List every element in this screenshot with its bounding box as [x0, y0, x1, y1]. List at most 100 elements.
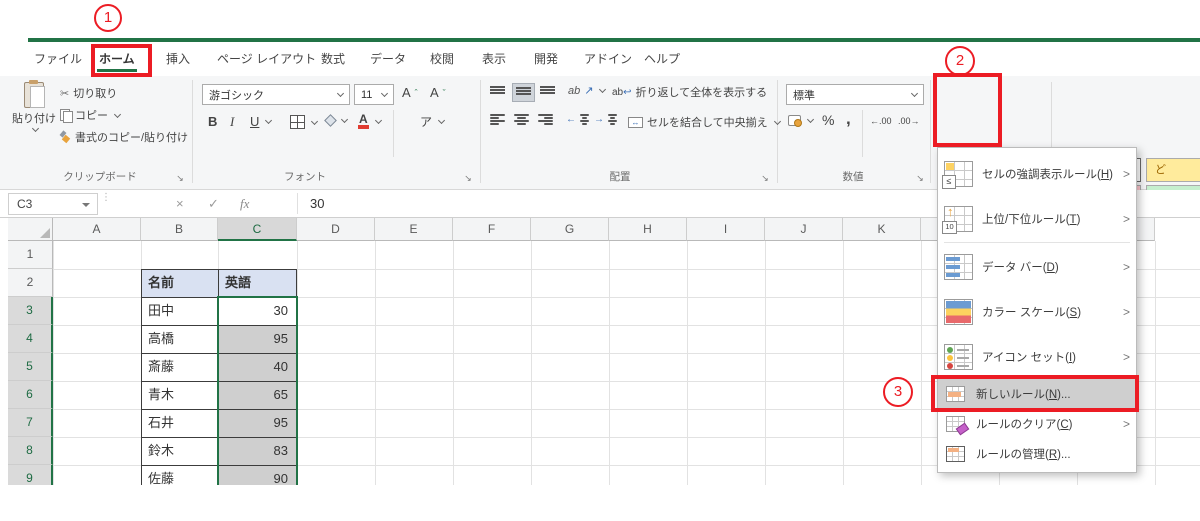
bold-button[interactable]: B [208, 114, 217, 129]
cut-button[interactable]: ✂ 切り取り [60, 85, 117, 101]
font-color-button[interactable]: A [358, 113, 382, 129]
column-header-h[interactable]: H [609, 218, 687, 241]
copy-button[interactable]: コピー [60, 107, 122, 123]
clipboard-dialog-launcher[interactable]: ↘ [174, 172, 186, 184]
table-cell-name[interactable]: 鈴木 [141, 437, 218, 465]
column-header-e[interactable]: E [375, 218, 453, 241]
table-cell-score[interactable]: 95 [218, 409, 297, 437]
table-cell-name[interactable]: 田中 [141, 297, 218, 325]
tab-formulas[interactable]: 数式 [317, 42, 349, 76]
row-header-9[interactable]: 9 [8, 465, 53, 485]
tab-home[interactable]: ホーム [95, 42, 139, 76]
column-header-b[interactable]: B [141, 218, 218, 241]
tab-data[interactable]: データ [366, 42, 410, 76]
format-painter-button[interactable]: 書式のコピー/貼り付け [60, 129, 188, 145]
font-size-combo[interactable]: 11 [354, 84, 394, 105]
row-header-3[interactable]: 3 [8, 297, 53, 325]
table-header-name[interactable]: 名前 [141, 269, 218, 297]
number-format-combo[interactable]: 標準 [786, 84, 924, 105]
column-header-k[interactable]: K [843, 218, 921, 241]
cancel-button[interactable]: × [176, 193, 184, 215]
table-header-english[interactable]: 英語 [218, 269, 297, 297]
top-align-button[interactable] [490, 86, 505, 97]
bottom-align-button[interactable] [540, 86, 555, 97]
column-header-d[interactable]: D [297, 218, 375, 241]
name-box-dropdown-icon[interactable] [82, 203, 90, 207]
column-header-c[interactable]: C [218, 218, 297, 241]
tab-view[interactable]: 表示 [478, 42, 510, 76]
table-cell-score[interactable]: 65 [218, 381, 297, 409]
menu-item-clear-rules[interactable]: ルールのクリア(C) > [938, 409, 1136, 439]
select-all-corner[interactable] [8, 218, 53, 241]
decrease-decimal-button[interactable]: .00→ [898, 116, 920, 126]
table-cell-name[interactable]: 石井 [141, 409, 218, 437]
align-right-button[interactable] [538, 114, 553, 125]
menu-item-color-scales[interactable]: カラー スケール(S) > [938, 289, 1136, 334]
tab-file[interactable]: ファイル [30, 42, 86, 76]
formula-input[interactable]: 30 [310, 193, 324, 215]
column-header-i[interactable]: I [687, 218, 765, 241]
insert-function-button[interactable]: fx [240, 193, 249, 215]
table-cell-score[interactable]: 90 [218, 465, 297, 485]
row-header-2[interactable]: 2 [8, 269, 53, 297]
row-header-6[interactable]: 6 [8, 381, 53, 409]
italic-button[interactable]: I [230, 114, 234, 130]
increase-decimal-button[interactable]: ←.00 [870, 116, 892, 126]
grow-font-button[interactable]: Aˆ [402, 85, 418, 100]
cell-style-neutral[interactable]: ど [1146, 158, 1200, 182]
comma-style-button[interactable]: , [846, 109, 851, 129]
tab-developer[interactable]: 開発 [530, 42, 562, 76]
align-left-button[interactable] [490, 114, 505, 125]
fill-color-button[interactable] [324, 114, 349, 127]
increase-indent-button[interactable]: → [594, 114, 617, 125]
row-header-4[interactable]: 4 [8, 325, 53, 353]
currency-format-button[interactable] [788, 115, 815, 127]
tab-help[interactable]: ヘルプ [640, 42, 684, 76]
row-header-8[interactable]: 8 [8, 437, 53, 465]
middle-align-button[interactable] [512, 83, 535, 102]
wrap-text-button[interactable]: ab↩ 折り返して全体を表示する [612, 84, 767, 100]
table-cell-name[interactable]: 斎藤 [141, 353, 218, 381]
paste-button[interactable]: 貼り付け [12, 80, 56, 133]
column-header-a[interactable]: A [53, 218, 141, 241]
enter-button[interactable]: ✓ [208, 193, 219, 215]
menu-item-new-rule[interactable]: 新しいルール(N)... [938, 379, 1136, 409]
table-cell-name[interactable]: 佐藤 [141, 465, 218, 485]
menu-item-top-bottom-rules[interactable]: 上位/下位ルール(T) > [938, 196, 1136, 241]
tab-page-layout[interactable]: ページ レイアウト [213, 42, 320, 76]
merge-center-button[interactable]: ↔ セルを結合して中央揃え [628, 114, 781, 130]
table-cell-name[interactable]: 青木 [141, 381, 218, 409]
menu-item-data-bars[interactable]: データ バー(D) > [938, 244, 1136, 289]
font-dialog-launcher[interactable]: ↘ [462, 172, 474, 184]
phonetic-guide-button[interactable]: ア [420, 113, 446, 130]
row-header-5[interactable]: 5 [8, 353, 53, 381]
align-center-button[interactable] [514, 114, 529, 125]
menu-item-icon-sets[interactable]: アイコン セット(I) > [938, 334, 1136, 379]
menu-item-manage-rules[interactable]: ルールの管理(R)... [938, 439, 1136, 469]
orientation-button[interactable]: ab ↗ [568, 84, 607, 97]
tab-add-ins[interactable]: アドイン [580, 42, 636, 76]
column-header-f[interactable]: F [453, 218, 531, 241]
underline-button[interactable]: U [250, 114, 273, 129]
borders-button[interactable] [290, 115, 319, 129]
alignment-dialog-launcher[interactable]: ↘ [759, 172, 771, 184]
table-cell-score[interactable]: 30 [218, 297, 297, 325]
font-name-combo[interactable]: 游ゴシック [202, 84, 350, 105]
row-header-7[interactable]: 7 [8, 409, 53, 437]
menu-item-highlight-cells-rules[interactable]: セルの強調表示ルール(H) > [938, 151, 1136, 196]
table-cell-score[interactable]: 40 [218, 353, 297, 381]
shrink-font-button[interactable]: Aˇ [430, 85, 446, 100]
table-cell-name[interactable]: 高橋 [141, 325, 218, 353]
table-cell-score[interactable]: 83 [218, 437, 297, 465]
tab-insert[interactable]: 挿入 [162, 42, 194, 76]
row-header-1[interactable]: 1 [8, 241, 53, 269]
percent-style-button[interactable]: % [822, 112, 834, 128]
column-header-g[interactable]: G [531, 218, 609, 241]
column-header-j[interactable]: J [765, 218, 843, 241]
tab-review[interactable]: 校閲 [426, 42, 458, 76]
formula-bar-drag-handle[interactable]: ⋮ [101, 193, 111, 213]
table-cell-score[interactable]: 95 [218, 325, 297, 353]
number-dialog-launcher[interactable]: ↘ [914, 172, 926, 184]
name-box[interactable]: C3 [8, 193, 98, 215]
decrease-indent-button[interactable]: ← [566, 114, 589, 125]
